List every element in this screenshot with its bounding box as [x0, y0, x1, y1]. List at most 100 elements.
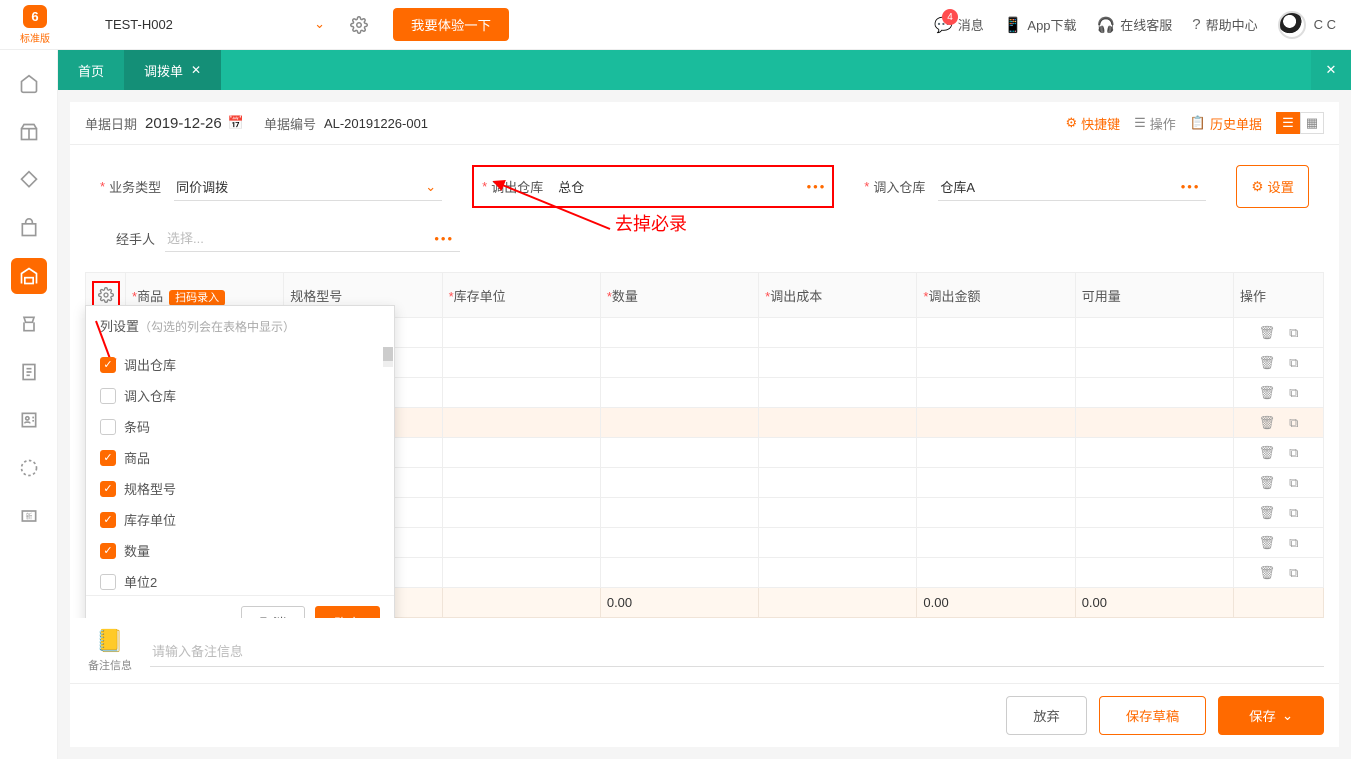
in-warehouse-field[interactable]: * 调入仓库 仓库A •••	[864, 165, 1206, 208]
sidebar-new-icon[interactable]: 新	[11, 498, 47, 534]
column-option[interactable]: ✓ 调出仓库	[100, 349, 380, 380]
checkbox-icon[interactable]	[100, 419, 116, 435]
column-option[interactable]: 单位2	[100, 566, 380, 595]
column-option-label: 数量	[124, 541, 150, 560]
checkbox-icon[interactable]: ✓	[100, 450, 116, 466]
settings-button[interactable]: ⚙设置	[1236, 165, 1309, 208]
delete-icon[interactable]: 🗑	[1259, 415, 1276, 431]
popover-body[interactable]: ✓调出仓库调入仓库条码✓商品✓规格型号✓库存单位✓数量单位2	[86, 345, 394, 595]
close-all-tabs-icon[interactable]: ✕	[1311, 50, 1351, 90]
checkbox-icon[interactable]: ✓	[100, 512, 116, 528]
save-draft-button[interactable]: 保存草稿	[1099, 696, 1206, 735]
gear-icon: ⚙	[1065, 115, 1077, 131]
delete-icon[interactable]: 🗑	[1259, 505, 1276, 521]
checkbox-icon[interactable]: ✓	[100, 357, 116, 373]
help-icon: ?	[1192, 16, 1200, 33]
delete-icon[interactable]: 🗑	[1259, 325, 1276, 341]
delete-icon[interactable]: 🗑	[1259, 475, 1276, 491]
remark-input[interactable]: 请输入备注信息	[150, 635, 1324, 667]
gear-icon[interactable]	[350, 16, 368, 34]
sidebar-bag-icon[interactable]	[11, 210, 47, 246]
column-option[interactable]: ✓商品	[100, 442, 380, 473]
handler-field[interactable]: 经手人 选择... •••	[100, 224, 460, 252]
sidebar-dots-icon[interactable]	[11, 450, 47, 486]
delete-icon[interactable]: 🗑	[1259, 565, 1276, 581]
discard-button[interactable]: 放弃	[1006, 696, 1087, 735]
biz-type-field[interactable]: * 业务类型 同价调拨 ⌄	[100, 165, 442, 208]
sidebar-home-icon[interactable]	[11, 66, 47, 102]
view-grid-icon[interactable]: ▦	[1300, 112, 1324, 134]
operate-link[interactable]: ☰操作	[1134, 114, 1176, 133]
column-option[interactable]: 条码	[100, 411, 380, 442]
logo[interactable]: 6 标准版	[15, 5, 55, 45]
mobile-icon: 📱	[1004, 16, 1023, 34]
note-icon: 📒	[96, 628, 123, 654]
view-list-icon[interactable]: ☰	[1276, 112, 1300, 134]
column-option[interactable]: ✓ 库存单位	[100, 504, 380, 535]
sidebar-money-icon[interactable]	[11, 306, 47, 342]
date-value[interactable]: 2019-12-26	[145, 115, 222, 132]
column-settings-header[interactable]: 列设置（勾选的列会在表格中显示） ✓调出仓库调入仓库条码✓商品✓规格型号✓库存单…	[86, 273, 126, 318]
sidebar-contact-icon[interactable]	[11, 402, 47, 438]
chevron-down-icon[interactable]: ⌄	[425, 179, 436, 195]
document-panel: 单据日期 2019-12-26 📅 单据编号 AL-20191226-001 ⚙…	[70, 102, 1339, 747]
sidebar-gift-icon[interactable]	[11, 114, 47, 150]
cancel-button[interactable]: 取消	[241, 606, 306, 618]
calendar-icon[interactable]: 📅	[228, 115, 244, 131]
user-menu[interactable]: C C	[1278, 11, 1336, 39]
form-row-1: * 业务类型 同价调拨 ⌄ * 调出仓库 总仓 ••• * 调入仓库 仓库A •…	[70, 145, 1339, 218]
copy-icon[interactable]: ⧉	[1289, 355, 1298, 371]
copy-icon[interactable]: ⧉	[1289, 505, 1298, 521]
scan-badge[interactable]: 扫码录入	[169, 290, 225, 306]
more-icon[interactable]: •••	[434, 231, 454, 246]
copy-icon[interactable]: ⧉	[1289, 445, 1298, 461]
col-unit: *库存单位	[442, 273, 600, 318]
column-option[interactable]: ✓规格型号	[100, 473, 380, 504]
org-selector[interactable]: TEST-H002 ⌄	[95, 9, 335, 41]
confirm-button[interactable]: 确定	[315, 606, 380, 618]
app-download-button[interactable]: 📱 App下载	[1004, 15, 1077, 34]
checkbox-icon[interactable]	[100, 388, 116, 404]
copy-icon[interactable]: ⧉	[1289, 325, 1298, 341]
table-wrap: 列设置（勾选的列会在表格中显示） ✓调出仓库调入仓库条码✓商品✓规格型号✓库存单…	[70, 272, 1339, 618]
out-wh-value: 总仓	[556, 173, 824, 200]
tab-home[interactable]: 首页	[58, 50, 124, 90]
copy-icon[interactable]: ⧉	[1289, 565, 1298, 581]
checkbox-icon[interactable]: ✓	[100, 543, 116, 559]
copy-icon[interactable]: ⧉	[1289, 475, 1298, 491]
copy-icon[interactable]: ⧉	[1289, 385, 1298, 401]
checkbox-icon[interactable]: ✓	[100, 481, 116, 497]
tab-transfer-order[interactable]: 调拨单 ✕	[124, 50, 221, 90]
column-option-label: 条码	[124, 417, 150, 436]
out-warehouse-field[interactable]: * 调出仓库 总仓 •••	[472, 165, 834, 208]
column-option-label: 库存单位	[124, 510, 176, 529]
column-option-label: 调出仓库	[124, 355, 176, 374]
remark-icon-block: 📒 备注信息	[85, 628, 135, 673]
help-center-button[interactable]: ? 帮助中心	[1192, 15, 1257, 34]
online-service-label: 在线客服	[1120, 15, 1172, 34]
checkbox-icon[interactable]	[100, 574, 116, 590]
messages-button[interactable]: 💬 4 消息	[934, 15, 984, 34]
delete-icon[interactable]: 🗑	[1259, 355, 1276, 371]
close-icon[interactable]: ✕	[191, 63, 201, 77]
delete-icon[interactable]: 🗑	[1259, 535, 1276, 551]
experience-button[interactable]: 我要体验一下	[393, 8, 509, 41]
column-option[interactable]: ✓ 数量	[100, 535, 380, 566]
menu-icon: ☰	[1134, 115, 1146, 131]
online-service-button[interactable]: 🎧 在线客服	[1097, 15, 1173, 34]
save-button[interactable]: 保存⌄	[1218, 696, 1324, 735]
copy-icon[interactable]: ⧉	[1289, 535, 1298, 551]
copy-icon[interactable]: ⧉	[1289, 415, 1298, 431]
shortcut-link[interactable]: ⚙快捷键	[1065, 114, 1120, 133]
sidebar-warehouse-icon[interactable]	[11, 258, 47, 294]
delete-icon[interactable]: 🗑	[1259, 445, 1276, 461]
delete-icon[interactable]: 🗑	[1259, 385, 1276, 401]
history-icon: 📋	[1190, 115, 1206, 131]
handler-label: 经手人	[100, 229, 165, 248]
sidebar-clipboard-icon[interactable]	[11, 354, 47, 390]
more-icon[interactable]: •••	[1181, 179, 1201, 194]
column-option[interactable]: 调入仓库	[100, 380, 380, 411]
history-link[interactable]: 📋历史单据	[1190, 114, 1262, 133]
sidebar-tag-icon[interactable]	[11, 162, 47, 198]
more-icon[interactable]: •••	[807, 179, 827, 194]
